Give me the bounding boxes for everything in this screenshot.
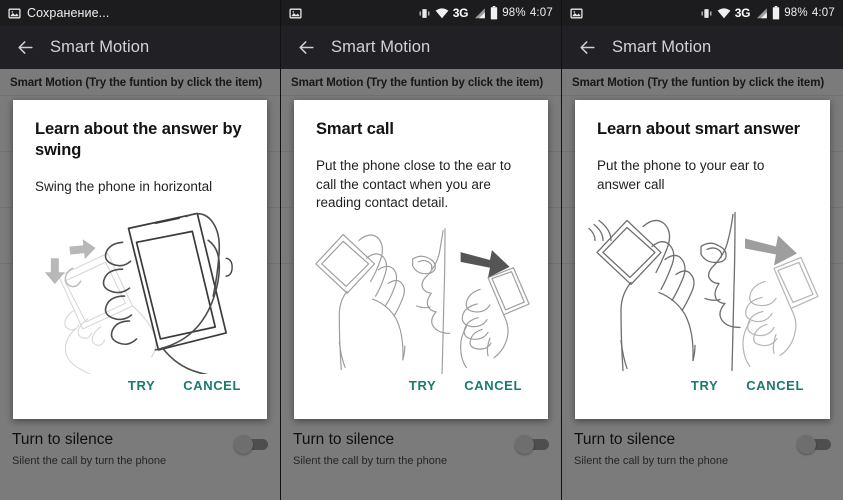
app-toolbar: Smart Motion <box>281 26 561 69</box>
battery-percent-label: 98% <box>502 7 526 19</box>
status-bar-right: 3G 98% 4:07 <box>700 6 835 20</box>
phone-screen-1: Сохранение... Smart Motion Smart Motion … <box>0 0 281 500</box>
phone-to-ear-call-illustration <box>294 213 548 374</box>
signal-icon <box>754 7 768 19</box>
dialog-title: Smart call <box>316 120 394 138</box>
app-toolbar: Smart Motion <box>0 26 280 69</box>
status-bar-left <box>570 7 583 20</box>
dialog-body: Put the phone to your ear to answer call <box>597 158 765 192</box>
cancel-button[interactable]: CANCEL <box>462 374 524 397</box>
network-type-label: 3G <box>734 6 751 20</box>
cancel-button[interactable]: CANCEL <box>744 374 806 397</box>
dialog-body: Put the phone close to the ear to call t… <box>316 158 512 211</box>
smart-motion-dialog: Learn about the answer by swing Swing th… <box>13 100 267 419</box>
status-bar: 3G 98% 4:07 <box>562 0 843 26</box>
dialog-body: Swing the phone in horizontal <box>35 179 213 195</box>
page-title: Smart Motion <box>50 38 150 56</box>
dialog-title: Learn about the answer by swing <box>35 120 242 160</box>
status-bar: 3G 98% 4:07 <box>281 0 561 26</box>
battery-icon <box>490 6 498 20</box>
cancel-button[interactable]: CANCEL <box>181 374 243 397</box>
vibrate-icon <box>418 7 431 20</box>
back-arrow-icon[interactable] <box>293 35 319 61</box>
status-bar-left: Сохранение... <box>8 6 109 20</box>
signal-icon <box>472 7 486 19</box>
dialog-actions: TRY CANCEL <box>294 374 548 419</box>
try-button[interactable]: TRY <box>126 374 157 397</box>
phone-screen-2: 3G 98% 4:07 Smart Motion Smart Motion (T… <box>281 0 562 500</box>
phone-screen-3: 3G 98% 4:07 Smart Motion Smart Motion (T… <box>562 0 843 500</box>
battery-percent-label: 98% <box>784 7 808 19</box>
try-button[interactable]: TRY <box>407 374 438 397</box>
app-toolbar: Smart Motion <box>562 26 843 69</box>
wifi-icon <box>435 7 449 19</box>
saving-status-text: Сохранение... <box>27 6 110 20</box>
battery-icon <box>772 6 780 20</box>
network-type-label: 3G <box>452 6 469 20</box>
status-bar-right: 3G 98% 4:07 <box>418 6 553 20</box>
back-arrow-icon[interactable] <box>12 35 38 61</box>
clock-label: 4:07 <box>529 7 553 19</box>
dialog-actions: TRY CANCEL <box>13 374 267 419</box>
back-arrow-icon[interactable] <box>574 35 600 61</box>
smart-motion-dialog: Smart call Put the phone close to the ea… <box>294 100 548 419</box>
image-icon <box>570 7 583 20</box>
vibrate-icon <box>700 7 713 20</box>
hand-swinging-phone-illustration <box>13 197 267 374</box>
smart-motion-dialog: Learn about smart answer Put the phone t… <box>575 100 830 419</box>
clock-label: 4:07 <box>811 7 835 19</box>
try-button[interactable]: TRY <box>689 374 720 397</box>
wifi-icon <box>717 7 731 19</box>
image-icon <box>289 7 302 20</box>
screenshot-strip: Сохранение... Smart Motion Smart Motion … <box>0 0 843 500</box>
page-title: Smart Motion <box>612 38 712 56</box>
dialog-actions: TRY CANCEL <box>575 374 830 419</box>
page-title: Smart Motion <box>331 38 431 56</box>
image-icon <box>8 7 21 20</box>
phone-to-ear-answer-illustration <box>575 194 830 374</box>
dialog-title: Learn about smart answer <box>597 120 800 138</box>
status-bar-left <box>289 7 302 20</box>
status-bar: Сохранение... <box>0 0 280 26</box>
